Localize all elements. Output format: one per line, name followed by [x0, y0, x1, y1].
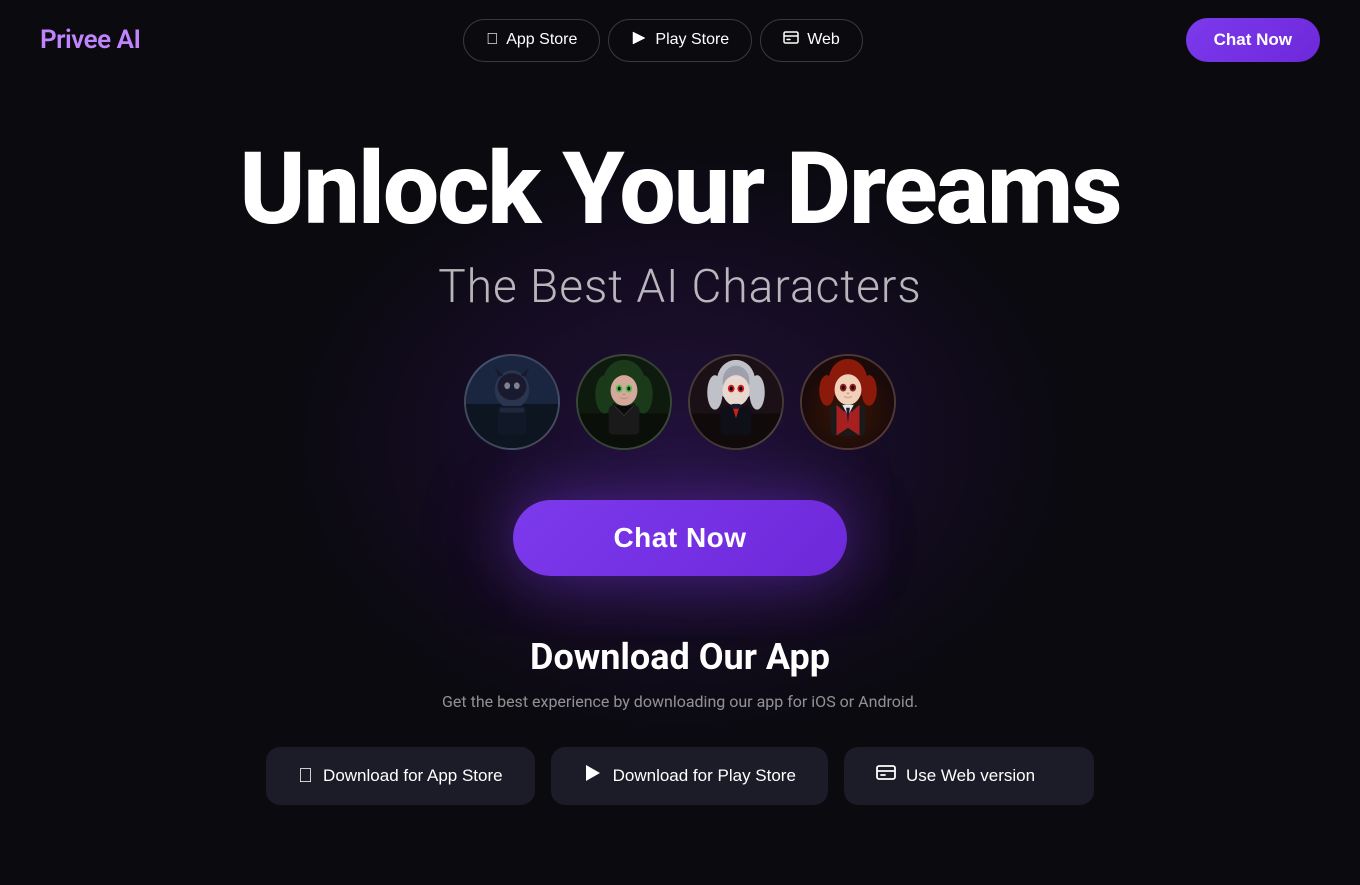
hero-chat-now-button[interactable]: Chat Now [513, 500, 846, 576]
hero-title: Unlock Your Dreams [239, 140, 1120, 240]
download-title: Download Our App [530, 636, 830, 678]
web-version-button[interactable]: Use Web version [844, 747, 1094, 805]
play-store-download-label: Download for Play Store [613, 766, 796, 786]
play-store-download-button[interactable]: Download for Play Store [551, 747, 828, 805]
web-download-icon [876, 763, 896, 789]
web-version-label: Use Web version [906, 766, 1035, 786]
apple-download-icon:  [298, 765, 313, 788]
apple-icon:  [486, 31, 498, 49]
hero-subtitle: The Best AI Characters [438, 260, 921, 314]
avatar-3 [688, 354, 784, 450]
play-icon [631, 30, 647, 51]
play-store-label: Play Store [655, 31, 729, 49]
play-download-icon [583, 763, 603, 789]
header-chat-now-button[interactable]: Chat Now [1186, 18, 1320, 62]
avatar-1 [464, 354, 560, 450]
play-store-nav-button[interactable]: Play Store [608, 19, 752, 62]
download-subtitle: Get the best experience by downloading o… [442, 692, 918, 711]
avatars-row [464, 354, 896, 450]
main-content: Unlock Your Dreams The Best AI Character… [0, 80, 1360, 885]
avatar-2 [576, 354, 672, 450]
web-icon [783, 30, 799, 51]
logo: Privee AI [40, 25, 140, 55]
download-buttons:  Download for App Store Download for Pl… [266, 747, 1094, 805]
hero-chat-now-label: Chat Now [613, 522, 746, 553]
app-store-download-button[interactable]:  Download for App Store [266, 747, 535, 805]
avatar-4 [800, 354, 896, 450]
app-store-download-label: Download for App Store [323, 766, 503, 786]
header-chat-now-label: Chat Now [1214, 30, 1292, 49]
header: Privee AI  App Store Play Store Web [0, 0, 1360, 80]
web-nav-button[interactable]: Web [760, 19, 863, 62]
app-store-nav-button[interactable]:  App Store [463, 19, 600, 62]
nav-buttons:  App Store Play Store Web [463, 19, 863, 62]
app-store-label: App Store [506, 31, 577, 49]
web-label: Web [807, 31, 840, 49]
